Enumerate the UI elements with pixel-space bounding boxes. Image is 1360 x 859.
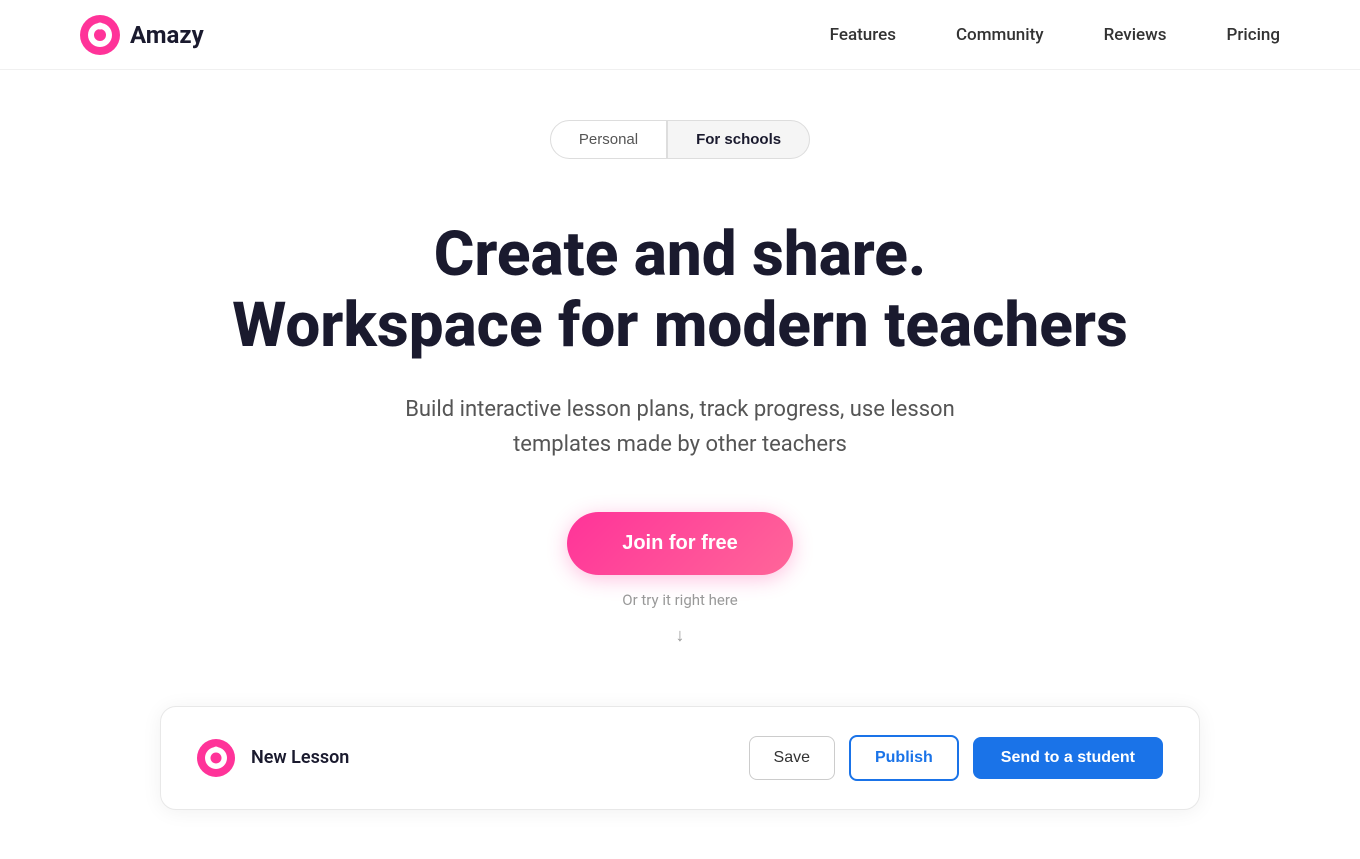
- hero-title-line2: Workspace for modern teachers: [232, 289, 1128, 362]
- hero-title: Create and share. Workspace for modern t…: [80, 219, 1280, 362]
- tab-personal[interactable]: Personal: [550, 120, 667, 159]
- logo-link[interactable]: Amazy: [80, 15, 204, 55]
- brand-name: Amazy: [130, 21, 204, 49]
- nav-features[interactable]: Features: [830, 25, 896, 45]
- toggle-tabs: Personal For schools: [0, 120, 1360, 159]
- save-button[interactable]: Save: [749, 736, 835, 780]
- logo-icon: [80, 15, 120, 55]
- hero-section: Create and share. Workspace for modern t…: [0, 159, 1360, 686]
- nav-community[interactable]: Community: [956, 25, 1044, 45]
- publish-button[interactable]: Publish: [849, 735, 959, 781]
- tab-for-schools[interactable]: For schools: [667, 120, 810, 159]
- try-here-text: Or try it right here: [622, 591, 738, 609]
- lesson-card-right: Save Publish Send to a student: [749, 735, 1163, 781]
- lesson-card: New Lesson Save Publish Send to a studen…: [160, 706, 1200, 810]
- nav-reviews[interactable]: Reviews: [1104, 25, 1167, 45]
- arrow-down-icon: ↓: [676, 625, 685, 646]
- send-to-student-button[interactable]: Send to a student: [973, 737, 1163, 779]
- cta-area: Join for free Or try it right here ↓: [80, 512, 1280, 646]
- join-free-button[interactable]: Join for free: [567, 512, 793, 575]
- nav-pricing[interactable]: Pricing: [1227, 25, 1281, 45]
- lesson-logo-icon: [197, 739, 235, 777]
- lesson-card-left: New Lesson: [197, 739, 349, 777]
- hero-subtitle: Build interactive lesson plans, track pr…: [370, 392, 990, 462]
- navbar: Amazy Features Community Reviews Pricing: [0, 0, 1360, 70]
- hero-title-line1: Create and share.: [434, 218, 927, 291]
- nav-links: Features Community Reviews Pricing: [830, 25, 1280, 45]
- lesson-title: New Lesson: [251, 747, 349, 768]
